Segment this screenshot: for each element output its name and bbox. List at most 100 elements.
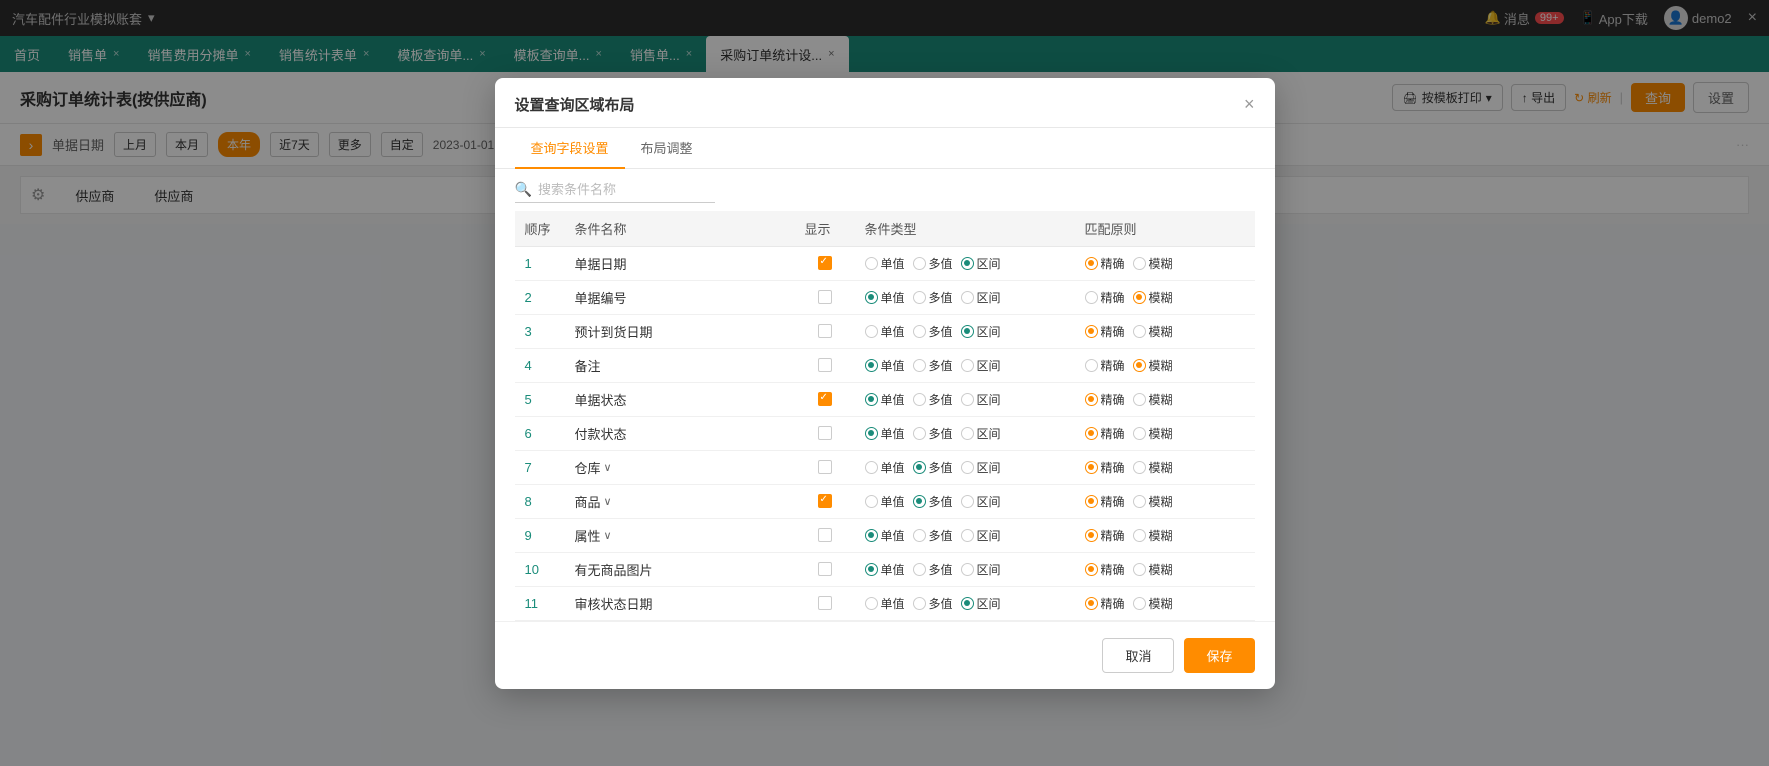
search-input[interactable] xyxy=(538,182,698,197)
type-radio-range-5[interactable]: 区间 xyxy=(961,425,1001,442)
radio-circle-icon xyxy=(1133,427,1146,440)
dialog-tab-layout[interactable]: 布局调整 xyxy=(625,128,709,169)
row-match-2: 精确模糊 xyxy=(1075,314,1255,348)
type-radio-range-3[interactable]: 区间 xyxy=(961,357,1001,374)
type-radio-range-8[interactable]: 区间 xyxy=(961,527,1001,544)
type-radio-range-4[interactable]: 区间 xyxy=(961,391,1001,408)
match-radio-fuzzy-5[interactable]: 模糊 xyxy=(1133,425,1173,442)
match-radio-exact-9[interactable]: 精确 xyxy=(1085,561,1125,578)
match-radio-exact-1[interactable]: 精确 xyxy=(1085,289,1125,306)
row-match-0: 精确模糊 xyxy=(1075,246,1255,280)
type-radio-multi-5[interactable]: 多值 xyxy=(913,425,953,442)
match-radio-exact-2[interactable]: 精确 xyxy=(1085,323,1125,340)
type-radio-range-7[interactable]: 区间 xyxy=(961,493,1001,510)
type-radio-multi-1[interactable]: 多值 xyxy=(913,289,953,306)
type-radio-multi-10[interactable]: 多值 xyxy=(913,595,953,612)
type-radio-multi-7[interactable]: 多值 xyxy=(913,493,953,510)
match-radio-exact-5[interactable]: 精确 xyxy=(1085,425,1125,442)
match-radio-fuzzy-2[interactable]: 模糊 xyxy=(1133,323,1173,340)
type-radio-single-3[interactable]: 单值 xyxy=(865,357,905,374)
type-radio-single-4[interactable]: 单值 xyxy=(865,391,905,408)
match-radio-fuzzy-6[interactable]: 模糊 xyxy=(1133,459,1173,476)
row-match-4: 精确模糊 xyxy=(1075,382,1255,416)
radio-circle-icon xyxy=(913,393,926,406)
radio-circle-icon xyxy=(913,257,926,270)
row-name-6: 仓库∨ xyxy=(565,450,795,484)
match-radio-exact-4[interactable]: 精确 xyxy=(1085,391,1125,408)
show-checkbox-10[interactable] xyxy=(818,596,832,610)
fields-table: 顺序 条件名称 显示 条件类型 匹配原则 1单据日期单值多值区间精确模糊2单据编… xyxy=(515,211,1255,621)
type-radio-single-2[interactable]: 单值 xyxy=(865,323,905,340)
show-checkbox-8[interactable] xyxy=(818,528,832,542)
type-radio-multi-2[interactable]: 多值 xyxy=(913,323,953,340)
type-radio-range-2[interactable]: 区间 xyxy=(961,323,1001,340)
match-radio-exact-10[interactable]: 精确 xyxy=(1085,595,1125,612)
match-radio-exact-6[interactable]: 精确 xyxy=(1085,459,1125,476)
row-name-9: 有无商品图片 xyxy=(565,552,795,586)
row-name-10: 审核状态日期 xyxy=(565,586,795,620)
match-radio-exact-0[interactable]: 精确 xyxy=(1085,255,1125,272)
type-radio-single-1[interactable]: 单值 xyxy=(865,289,905,306)
match-radio-fuzzy-10[interactable]: 模糊 xyxy=(1133,595,1173,612)
match-radio-fuzzy-4[interactable]: 模糊 xyxy=(1133,391,1173,408)
type-radio-multi-9[interactable]: 多值 xyxy=(913,561,953,578)
type-radio-single-0[interactable]: 单值 xyxy=(865,255,905,272)
show-checkbox-9[interactable] xyxy=(818,562,832,576)
type-radio-single-9[interactable]: 单值 xyxy=(865,561,905,578)
match-radio-exact-8[interactable]: 精确 xyxy=(1085,527,1125,544)
show-checkbox-2[interactable] xyxy=(818,324,832,338)
dialog-tab-query-fields[interactable]: 查询字段设置 xyxy=(515,128,625,169)
row-match-1: 精确模糊 xyxy=(1075,280,1255,314)
match-radio-fuzzy-3[interactable]: 模糊 xyxy=(1133,357,1173,374)
search-icon: 🔍 xyxy=(515,181,532,198)
type-radio-single-10[interactable]: 单值 xyxy=(865,595,905,612)
type-radio-multi-3[interactable]: 多值 xyxy=(913,357,953,374)
row-match-6: 精确模糊 xyxy=(1075,450,1255,484)
type-radio-single-5[interactable]: 单值 xyxy=(865,425,905,442)
show-checkbox-0[interactable] xyxy=(818,256,832,270)
dialog-table-wrap: 顺序 条件名称 显示 条件类型 匹配原则 1单据日期单值多值区间精确模糊2单据编… xyxy=(495,211,1275,621)
row-show-8 xyxy=(795,518,855,552)
show-checkbox-4[interactable] xyxy=(818,392,832,406)
type-radio-multi-4[interactable]: 多值 xyxy=(913,391,953,408)
show-checkbox-1[interactable] xyxy=(818,290,832,304)
match-radio-exact-7[interactable]: 精确 xyxy=(1085,493,1125,510)
row-type-5: 单值多值区间 xyxy=(855,416,1075,450)
type-radio-range-6[interactable]: 区间 xyxy=(961,459,1001,476)
type-radio-single-6[interactable]: 单值 xyxy=(865,459,905,476)
modal-overlay: 设置查询区域布局 × 查询字段设置 布局调整 🔍 顺序 xyxy=(0,0,1769,766)
type-radio-multi-0[interactable]: 多值 xyxy=(913,255,953,272)
row-order-4: 5 xyxy=(515,382,565,416)
cancel-button[interactable]: 取消 xyxy=(1102,638,1174,673)
row-name-4: 单据状态 xyxy=(565,382,795,416)
table-row: 7仓库∨单值多值区间精确模糊 xyxy=(515,450,1255,484)
type-radio-multi-6[interactable]: 多值 xyxy=(913,459,953,476)
type-radio-multi-8[interactable]: 多值 xyxy=(913,527,953,544)
row-order-1: 2 xyxy=(515,280,565,314)
row-name-7: 商品∨ xyxy=(565,484,795,518)
row-name-0: 单据日期 xyxy=(565,246,795,280)
type-radio-range-1[interactable]: 区间 xyxy=(961,289,1001,306)
match-radio-fuzzy-8[interactable]: 模糊 xyxy=(1133,527,1173,544)
table-row: 9属性∨单值多值区间精确模糊 xyxy=(515,518,1255,552)
show-checkbox-6[interactable] xyxy=(818,460,832,474)
radio-circle-icon xyxy=(1133,393,1146,406)
match-radio-fuzzy-0[interactable]: 模糊 xyxy=(1133,255,1173,272)
type-radio-range-0[interactable]: 区间 xyxy=(961,255,1001,272)
match-radio-fuzzy-1[interactable]: 模糊 xyxy=(1133,289,1173,306)
type-radio-range-9[interactable]: 区间 xyxy=(961,561,1001,578)
type-radio-range-10[interactable]: 区间 xyxy=(961,595,1001,612)
radio-circle-icon xyxy=(961,563,974,576)
type-radio-single-7[interactable]: 单值 xyxy=(865,493,905,510)
show-checkbox-3[interactable] xyxy=(818,358,832,372)
show-checkbox-5[interactable] xyxy=(818,426,832,440)
match-radio-exact-3[interactable]: 精确 xyxy=(1085,357,1125,374)
row-match-7: 精确模糊 xyxy=(1075,484,1255,518)
match-radio-fuzzy-9[interactable]: 模糊 xyxy=(1133,561,1173,578)
save-button[interactable]: 保存 xyxy=(1184,638,1254,673)
type-radio-single-8[interactable]: 单值 xyxy=(865,527,905,544)
match-radio-fuzzy-7[interactable]: 模糊 xyxy=(1133,493,1173,510)
dialog-close-button[interactable]: × xyxy=(1244,95,1255,113)
show-checkbox-7[interactable] xyxy=(818,494,832,508)
radio-circle-icon xyxy=(1085,461,1098,474)
